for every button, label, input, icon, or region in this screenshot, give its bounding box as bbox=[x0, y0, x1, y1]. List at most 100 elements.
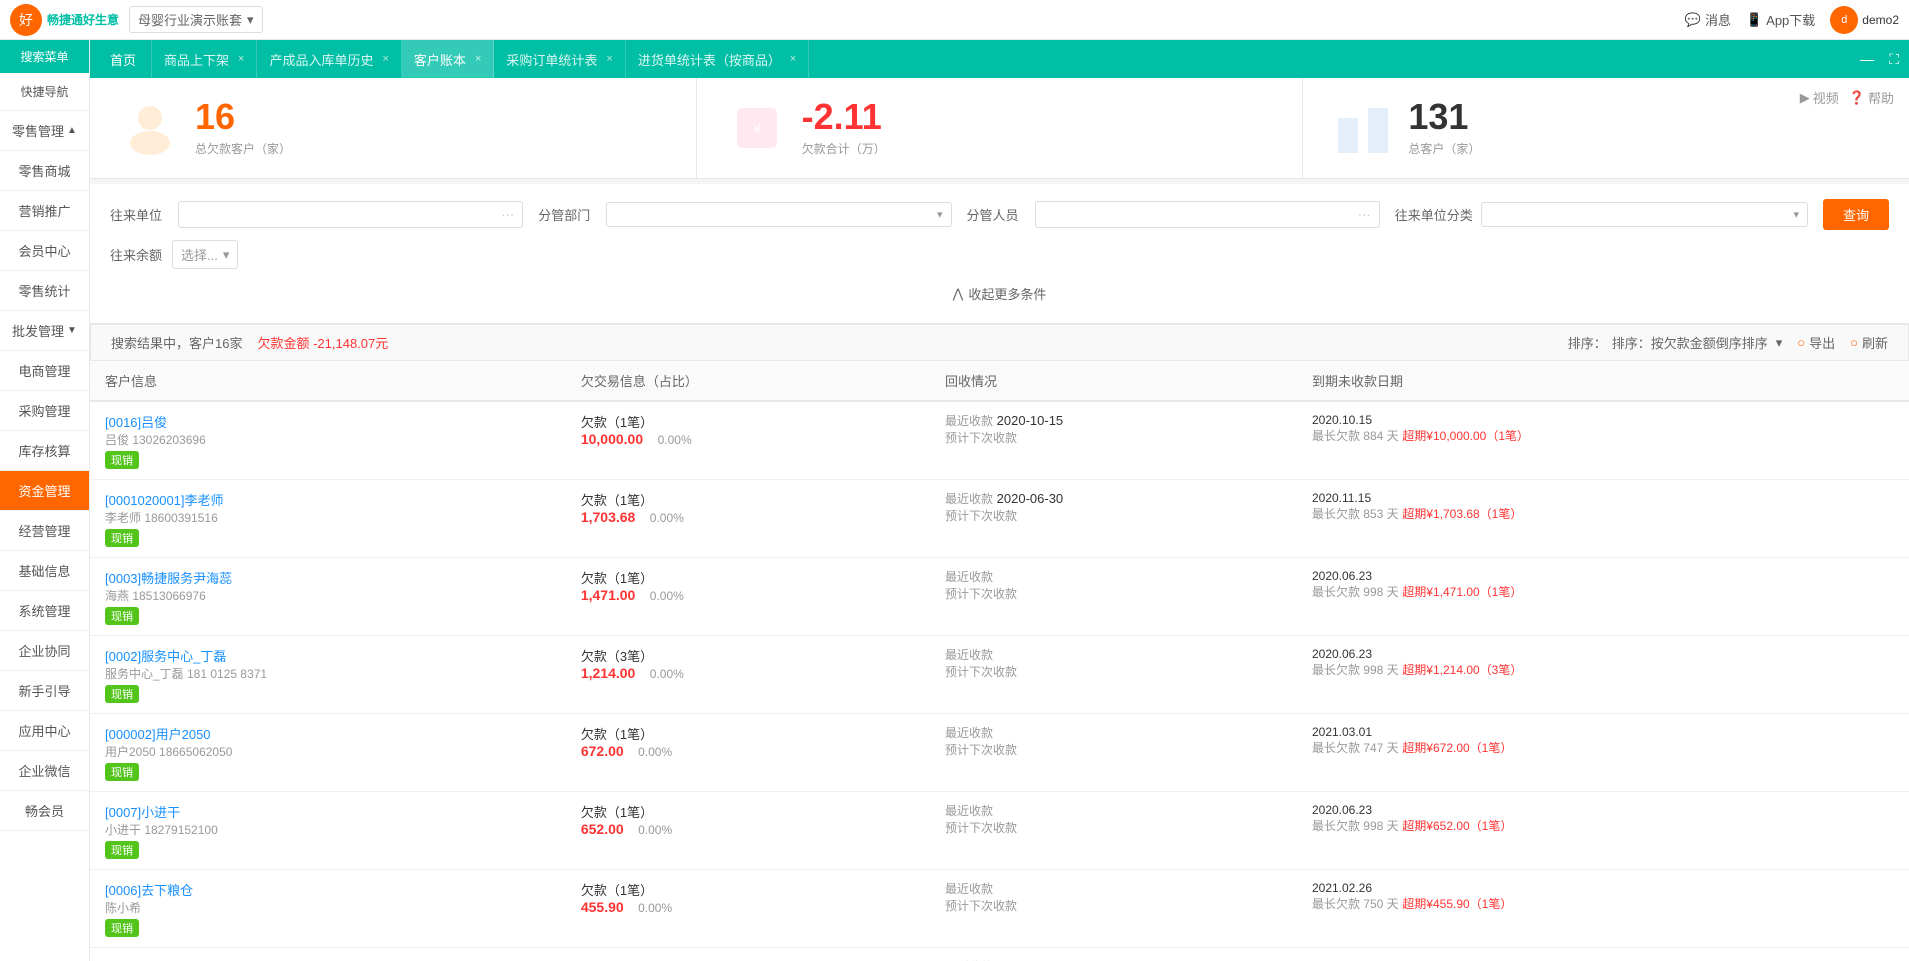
debt-amount-label: 欠款金额 -21,148.07元 bbox=[257, 333, 388, 352]
overdue-link[interactable]: 超期¥1,214.00（3笔） bbox=[1402, 663, 1522, 677]
tab-production[interactable]: 产成品入库单历史 × bbox=[257, 40, 401, 78]
source-unit-input[interactable]: ··· bbox=[178, 201, 523, 228]
customer-name-link[interactable]: [0003]畅捷服务尹海蕊 bbox=[105, 568, 551, 587]
tab-products-close[interactable]: × bbox=[238, 53, 244, 65]
chevron-down-icon: ▾ bbox=[1793, 208, 1799, 221]
table-row: [0016]吕俊 吕俊 13026203696 现销 欠款（1笔） 10,000… bbox=[90, 401, 1909, 480]
customer-phone: 小进干 18279152100 bbox=[105, 823, 218, 837]
unit-category-label: 往来单位分类 bbox=[1395, 205, 1473, 224]
svg-text:¥: ¥ bbox=[752, 121, 761, 136]
sidebar-item-member-center[interactable]: 会员中心 bbox=[0, 231, 89, 271]
logo-area: 好 畅捷通好生意 bbox=[10, 4, 119, 36]
sidebar-item-retail-mall[interactable]: 零售商城 bbox=[0, 151, 89, 191]
collapse-more[interactable]: ⋀ 收起更多条件 bbox=[110, 279, 1889, 308]
sort-select[interactable]: 排序： 排序：按欠款金额倒序排序 ▾ bbox=[1568, 333, 1783, 352]
customer-tag: 现销 bbox=[105, 919, 139, 937]
overdue-link[interactable]: 超期¥10,000.00（1笔） bbox=[1402, 429, 1529, 443]
tab-purchase-order[interactable]: 采购订单统计表 × bbox=[494, 40, 625, 78]
sidebar-item-basic-info[interactable]: 基础信息 bbox=[0, 551, 89, 591]
sidebar-new-guide-label: 新手引导 bbox=[18, 684, 70, 699]
sidebar-item-retail-mgmt[interactable]: 零售管理 ▲ bbox=[0, 111, 89, 151]
sidebar-capital-label: 资金管理 bbox=[18, 484, 70, 499]
top-bar: 好 畅捷通好生意 母婴行业演示账套 ▾ 💬 消息 📱 App下载 d demo2 bbox=[0, 0, 1909, 40]
overdue-link[interactable]: 超期¥652.00（1笔） bbox=[1402, 819, 1512, 833]
overdue-link[interactable]: 超期¥1,703.68（1笔） bbox=[1402, 507, 1522, 521]
latest-payment-date: 2020-06-30 bbox=[997, 491, 1064, 506]
tab-home[interactable]: 首页 bbox=[95, 40, 152, 78]
customer-name-link[interactable]: [0007]小进干 bbox=[105, 802, 551, 821]
export-button[interactable]: ○ 导出 bbox=[1797, 333, 1835, 352]
search-result-label: 搜索结果中，客户16家 bbox=[111, 333, 242, 352]
sidebar-vip-label: 畅会员 bbox=[25, 804, 64, 819]
tab-customer-account[interactable]: 客户账本 × bbox=[402, 40, 494, 78]
person-input[interactable]: ··· bbox=[1035, 201, 1380, 228]
sidebar-item-app-center[interactable]: 应用中心 bbox=[0, 711, 89, 751]
department-select[interactable]: ▾ bbox=[606, 202, 951, 227]
sidebar-item-ecommerce[interactable]: 电商管理 bbox=[0, 351, 89, 391]
tab-purchase-stats[interactable]: 进货单统计表（按商品） × bbox=[626, 40, 809, 78]
overdue-link[interactable]: 超期¥672.00（1笔） bbox=[1402, 741, 1512, 755]
refresh-button[interactable]: ○ 刷新 bbox=[1850, 333, 1888, 352]
next-payment-label: 预计下次收款 bbox=[945, 587, 1017, 601]
app-download-button[interactable]: 📱 App下载 bbox=[1746, 10, 1815, 29]
customer-phone: 服务中心_丁磊 181 0125 8371 bbox=[105, 667, 267, 681]
video-action[interactable]: ▶ 视频 bbox=[1800, 88, 1839, 107]
tab-products[interactable]: 商品上下架 × bbox=[152, 40, 257, 78]
tab-customer-account-close[interactable]: × bbox=[475, 53, 481, 65]
sidebar-item-inventory[interactable]: 库存核算 bbox=[0, 431, 89, 471]
customer-name-link[interactable]: [000002]用户2050 bbox=[105, 724, 551, 743]
search-menu-label[interactable]: 搜索菜单 bbox=[8, 48, 81, 65]
user-area[interactable]: d demo2 bbox=[1830, 6, 1899, 34]
customer-name-link[interactable]: [0016]吕俊 bbox=[105, 412, 551, 431]
sidebar-item-batch-mgmt[interactable]: 批发管理 ▼ bbox=[0, 311, 89, 351]
balance-select[interactable]: 选择... ▾ bbox=[172, 240, 238, 269]
help-action[interactable]: ❓ 帮助 bbox=[1849, 88, 1894, 107]
sidebar-item-operation[interactable]: 经营管理 bbox=[0, 511, 89, 551]
customer-tag: 现销 bbox=[105, 529, 139, 547]
overdue-link[interactable]: 超期¥1,471.00（1笔） bbox=[1402, 585, 1522, 599]
sidebar-item-enterprise-wechat[interactable]: 企业微信 bbox=[0, 751, 89, 791]
sidebar-item-retail-stats[interactable]: 零售统计 bbox=[0, 271, 89, 311]
sidebar-retail-mall-label: 零售商城 bbox=[18, 164, 70, 179]
message-button[interactable]: 💬 消息 bbox=[1685, 10, 1731, 29]
latest-payment-label: 最近收款 bbox=[945, 726, 993, 740]
balance-label: 往来余额 bbox=[110, 245, 162, 264]
sidebar-system-label: 系统管理 bbox=[18, 604, 70, 619]
cell-recovery: 最近收款 预计下次收款 bbox=[930, 558, 1297, 636]
customer-name-link[interactable]: [0006]去下粮仓 bbox=[105, 880, 551, 899]
cell-customer-info: [0007]小进干 小进干 18279152100 现销 bbox=[90, 792, 566, 870]
maximize-icon[interactable]: ⛶ bbox=[1884, 49, 1904, 70]
customer-tag: 现销 bbox=[105, 451, 139, 469]
cell-customer-info: [000001]黄思源 黄思源 13552700226 现销 bbox=[90, 948, 566, 961]
customer-name-link[interactable]: [0001020001]李老师 bbox=[105, 490, 551, 509]
sidebar-item-capital[interactable]: 资金管理 bbox=[0, 471, 89, 511]
chevron-down-icon: ▲ bbox=[67, 125, 77, 136]
sidebar-item-marketing[interactable]: 营销推广 bbox=[0, 191, 89, 231]
sidebar-search[interactable]: 搜索菜单 bbox=[0, 40, 89, 73]
unit-category-select[interactable]: ▾ bbox=[1481, 202, 1808, 227]
sidebar-item-system[interactable]: 系统管理 bbox=[0, 591, 89, 631]
cell-due-date: 2020.12.30 最长欠款 808 天 超期¥429.00（1笔） bbox=[1297, 948, 1909, 961]
tab-purchase-stats-close[interactable]: × bbox=[790, 53, 796, 65]
minimize-icon[interactable]: — bbox=[1855, 49, 1879, 69]
tab-purchase-stats-label: 进货单统计表（按商品） bbox=[638, 50, 781, 69]
overdue-link[interactable]: 超期¥455.90（1笔） bbox=[1402, 897, 1512, 911]
sidebar: 搜索菜单 快捷导航 零售管理 ▲ 零售商城 营销推广 会员中心 零售统计 批发管… bbox=[0, 40, 90, 961]
tab-purchase-order-close[interactable]: × bbox=[606, 53, 612, 65]
sidebar-item-new-guide[interactable]: 新手引导 bbox=[0, 671, 89, 711]
total-customers-label: 总客户（家） bbox=[1408, 140, 1480, 157]
export-icon: ○ bbox=[1797, 335, 1805, 350]
sidebar-item-purchase[interactable]: 采购管理 bbox=[0, 391, 89, 431]
sidebar-item-enterprise-collab[interactable]: 企业协同 bbox=[0, 631, 89, 671]
sort-value: 排序：按欠款金额倒序排序 bbox=[1612, 333, 1768, 352]
query-button[interactable]: 查询 bbox=[1823, 199, 1889, 230]
filter-group-department: 分管部门 ▾ bbox=[538, 202, 951, 227]
tab-production-close[interactable]: × bbox=[382, 53, 388, 65]
sidebar-quick-nav[interactable]: 快捷导航 bbox=[0, 73, 89, 111]
debt-ratio: 0.00% bbox=[638, 823, 672, 837]
latest-payment-label: 最近收款 bbox=[945, 804, 993, 818]
customer-name-link[interactable]: [0002]服务中心_丁磊 bbox=[105, 646, 551, 665]
cell-recovery: 最近收款 预计下次收款 bbox=[930, 870, 1297, 948]
sidebar-item-vip[interactable]: 畅会员 bbox=[0, 791, 89, 831]
industry-selector[interactable]: 母婴行业演示账套 ▾ bbox=[129, 6, 263, 33]
